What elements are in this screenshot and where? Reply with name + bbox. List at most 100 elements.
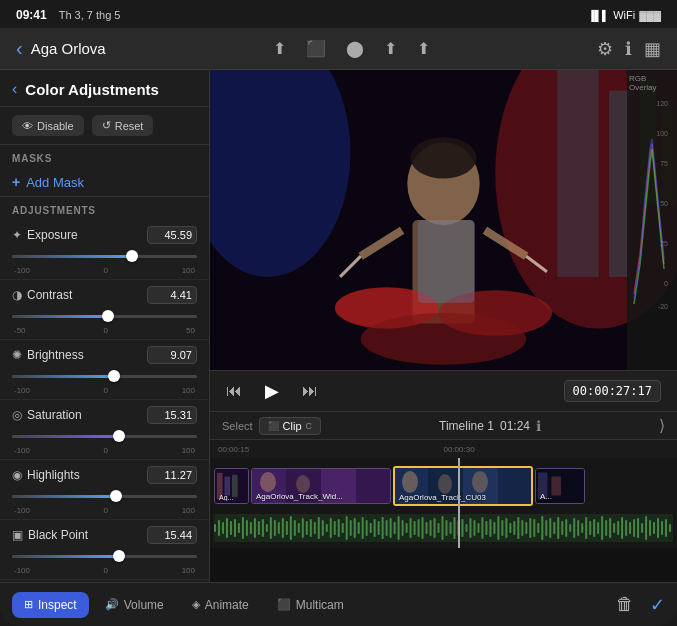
panel-back-button[interactable]: ‹	[12, 80, 17, 98]
svg-rect-122	[509, 523, 511, 533]
svg-rect-138	[573, 518, 575, 538]
highlights-slider[interactable]	[12, 488, 197, 504]
clip-1[interactable]: Ag...	[214, 468, 249, 504]
timeline-area[interactable]: Ag... AgaOrlova_Track_Wid...	[210, 458, 677, 548]
volume-icon: 🔊	[105, 598, 119, 611]
svg-rect-135	[561, 521, 563, 535]
settings-icon[interactable]: ⚙	[597, 38, 613, 60]
eye-icon: 👁	[22, 120, 33, 132]
ruler-mark-1: 00:00:15	[218, 445, 249, 454]
svg-rect-59	[258, 521, 260, 535]
svg-rect-155	[641, 523, 643, 533]
svg-rect-72	[310, 519, 312, 537]
nav-back-button[interactable]: ‹	[16, 37, 23, 60]
svg-rect-82	[350, 520, 352, 536]
svg-rect-149	[617, 521, 619, 535]
svg-rect-153	[633, 519, 635, 537]
svg-rect-71	[306, 521, 308, 535]
adjustments-section-label: ADJUSTMENTS	[0, 197, 209, 220]
svg-rect-62	[270, 517, 272, 539]
svg-rect-52	[230, 521, 232, 535]
status-time: 09:41	[16, 8, 47, 22]
info-icon[interactable]: ℹ	[625, 38, 632, 60]
disable-button[interactable]: 👁 Disable	[12, 115, 84, 136]
exposure-min: -100	[14, 266, 30, 275]
skip-forward-button[interactable]: ⏭	[302, 382, 318, 400]
adjustment-exposure: ✦ Exposure -100 0 100	[0, 220, 209, 280]
animate-icon: ◈	[192, 598, 200, 611]
svg-rect-148	[613, 523, 615, 533]
brightness-icon: ✺	[12, 348, 22, 362]
clip-badge[interactable]: ⬛ Clip C	[259, 417, 321, 435]
saturation-slider[interactable]	[12, 428, 197, 444]
svg-rect-146	[605, 520, 607, 536]
clip-badge-label: Clip	[283, 420, 302, 432]
delete-button[interactable]: 🗑	[616, 594, 634, 615]
video-track: Ag... AgaOrlova_Track_Wid...	[210, 462, 677, 510]
svg-rect-154	[637, 518, 639, 538]
saturation-value[interactable]	[147, 406, 197, 424]
skip-back-button[interactable]: ⏮	[226, 382, 242, 400]
exposure-icon: ✦	[12, 228, 22, 242]
svg-rect-151	[625, 520, 627, 536]
svg-rect-131	[545, 520, 547, 536]
svg-rect-124	[517, 517, 519, 539]
svg-rect-129	[537, 523, 539, 533]
exposure-mid: 0	[104, 266, 108, 275]
svg-rect-119	[497, 516, 499, 540]
reset-button[interactable]: ↺ Reset	[92, 115, 154, 136]
play-button[interactable]: ▶	[258, 377, 286, 405]
exposure-label: Exposure	[27, 228, 78, 242]
svg-rect-101	[426, 522, 428, 534]
svg-text:-20: -20	[658, 303, 668, 310]
video-scene-svg	[210, 70, 677, 370]
tab-animate[interactable]: ◈ Animate	[180, 592, 261, 618]
clip-4[interactable]: A...	[535, 468, 585, 504]
svg-text:100: 100	[656, 130, 668, 137]
upload-icon[interactable]: ⬆	[273, 39, 286, 58]
contrast-value[interactable]	[147, 286, 197, 304]
exposure-value[interactable]	[147, 226, 197, 244]
histogram-panel: RGB Overlay 120 100 75 50 25 0 -20	[627, 70, 677, 370]
brightness-slider[interactable]	[12, 368, 197, 384]
svg-rect-81	[346, 516, 348, 540]
audio-waveform-svg	[214, 514, 673, 542]
add-mask-button[interactable]: + Add Mask	[0, 168, 209, 197]
layout-icon[interactable]: ▦	[644, 38, 661, 60]
share-icon[interactable]: ⬆	[417, 39, 430, 58]
clip-1-label: Ag...	[219, 494, 244, 501]
svg-rect-74	[318, 517, 320, 539]
add-mask-label: Add Mask	[26, 175, 84, 190]
svg-rect-84	[358, 522, 360, 534]
exposure-slider[interactable]	[12, 248, 197, 264]
svg-rect-158	[653, 522, 655, 534]
tab-multicam[interactable]: ⬛ Multicam	[265, 592, 356, 618]
svg-rect-89	[378, 521, 380, 535]
highlights-value[interactable]	[147, 466, 197, 484]
camera-icon[interactable]: ⬛	[306, 39, 326, 58]
svg-rect-95	[402, 520, 404, 536]
timeline-expand-button[interactable]: ⟩	[659, 416, 665, 435]
tab-volume[interactable]: 🔊 Volume	[93, 592, 176, 618]
blackpoint-slider[interactable]	[12, 548, 197, 564]
mic-icon[interactable]: ⬤	[346, 39, 364, 58]
svg-rect-107	[449, 522, 451, 534]
svg-rect-120	[501, 520, 503, 536]
blackpoint-value[interactable]	[147, 526, 197, 544]
svg-rect-98	[414, 521, 416, 535]
clip-2[interactable]: AgaOrlova_Track_Wid...	[251, 468, 391, 504]
timeline-info-icon[interactable]: ℹ	[536, 418, 541, 434]
contrast-slider[interactable]	[12, 308, 197, 324]
disable-label: Disable	[37, 120, 74, 132]
top-nav: ‹ Aga Orlova ⬆ ⬛ ⬤ ⬆ ⬆ ⚙ ℹ ▦	[0, 28, 677, 70]
tab-inspect[interactable]: ⊞ Inspect	[12, 592, 89, 618]
svg-rect-123	[513, 521, 515, 535]
svg-text:0: 0	[664, 280, 668, 287]
brightness-value[interactable]	[147, 346, 197, 364]
highlights-label: Highlights	[27, 468, 80, 482]
svg-rect-50	[222, 522, 224, 534]
location-icon[interactable]: ⬆	[384, 39, 397, 58]
clip-3[interactable]: AgaOrlova_Track_CU03	[393, 466, 533, 506]
svg-rect-78	[334, 521, 336, 535]
confirm-button[interactable]: ✓	[650, 594, 665, 616]
